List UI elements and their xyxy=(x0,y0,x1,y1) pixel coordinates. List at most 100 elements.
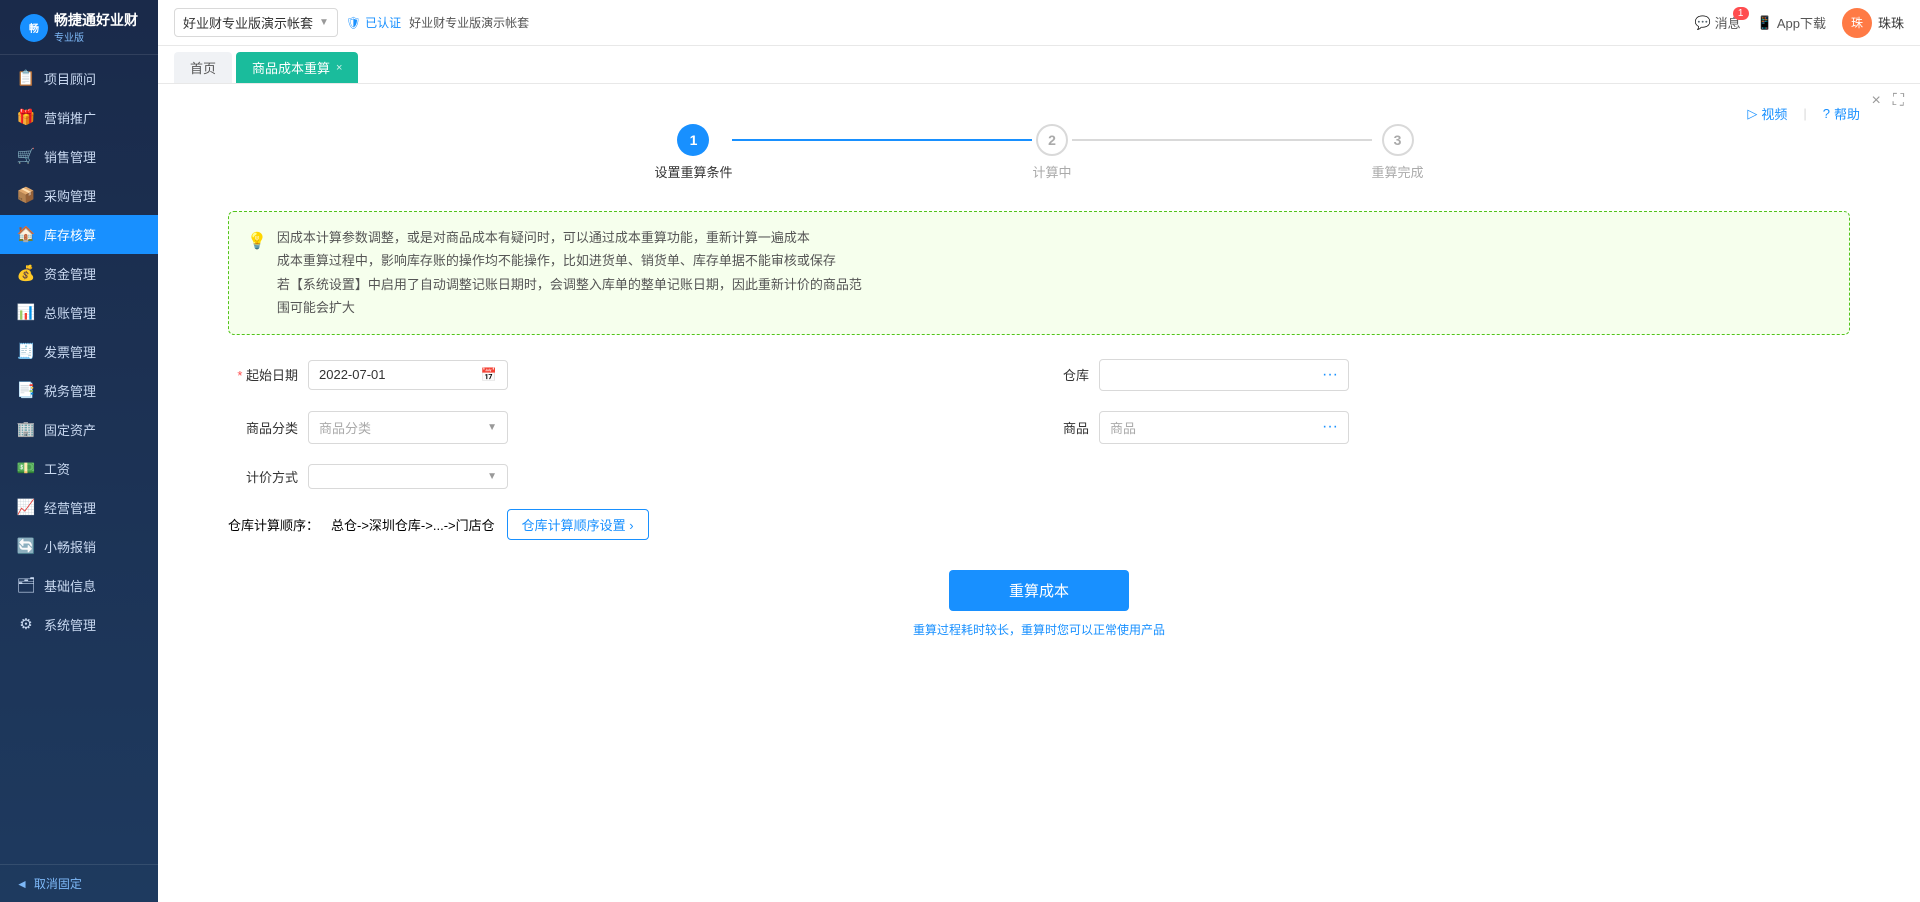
warehouse-ellipsis[interactable]: ··· xyxy=(1322,366,1338,384)
sidebar-item-payroll[interactable]: 💵工资 xyxy=(0,449,158,488)
main-area: 好业财专业版演示帐套 ▼ 🛡 已认证 好业财专业版演示帐套 💬 消息 1 📱 A… xyxy=(158,0,1920,902)
topbar: 好业财专业版演示帐套 ▼ 🛡 已认证 好业财专业版演示帐套 💬 消息 1 📱 A… xyxy=(158,0,1920,46)
calc-order-settings-button[interactable]: 仓库计算顺序设置 › xyxy=(507,509,649,540)
sidebar-item-fixed-assets[interactable]: 🏢 固定资产 xyxy=(0,410,158,449)
sidebar-item-marketing[interactable]: 🎁 营销推广 xyxy=(0,98,158,137)
category-select[interactable]: 商品分类 ▼ xyxy=(308,411,508,444)
account-select-arrow: ▼ xyxy=(319,17,329,28)
username: 珠珠 xyxy=(1878,13,1904,32)
play-icon: ▷ xyxy=(1747,106,1757,122)
pin-icon: ◄ xyxy=(16,877,28,891)
pricing-label: 计价方式 xyxy=(228,467,298,486)
notice-line-4: 围可能会扩大 xyxy=(277,296,862,319)
calendar-icon[interactable]: 📅 xyxy=(481,367,497,383)
inventory-icon: 🏠 xyxy=(16,225,36,243)
video-link[interactable]: ▷ 视频 xyxy=(1747,104,1787,123)
step-3-label: 重算完成 xyxy=(1372,162,1424,181)
sidebar-item-label-basic-info: 基础信息 xyxy=(44,576,96,595)
accounting-icon: 📊 xyxy=(16,303,36,321)
sidebar-item-finance[interactable]: 💰资金管理 xyxy=(0,254,158,293)
message-badge: 1 xyxy=(1733,7,1749,20)
topbar-right: 💬 消息 1 📱 App下载 珠 珠珠 xyxy=(1694,8,1904,38)
payroll-icon: 💵 xyxy=(16,459,36,477)
tab-cost-recalc[interactable]: 商品成本重算 × xyxy=(236,52,358,83)
help-label: 帮助 xyxy=(1834,104,1860,123)
sidebar-item-tax[interactable]: 📑税务管理 xyxy=(0,371,158,410)
goods-select[interactable]: 商品 ··· xyxy=(1099,411,1349,444)
sidebar-item-label-operations: 经营管理 xyxy=(44,498,96,517)
message-button[interactable]: 💬 消息 1 xyxy=(1694,13,1740,32)
sidebar-item-purchase[interactable]: 📦 采购管理 xyxy=(0,176,158,215)
project-icon: 📋 xyxy=(16,69,36,87)
basic-info-icon: 🗂 xyxy=(16,576,36,594)
goods-ellipsis[interactable]: ··· xyxy=(1322,418,1338,436)
expand-window-button[interactable]: ⛶ xyxy=(1893,92,1904,110)
avatar: 珠 xyxy=(1842,8,1872,38)
tab-close-icon[interactable]: × xyxy=(336,62,342,74)
step-1-number: 1 xyxy=(690,132,698,148)
sidebar-bottom-label: 取消固定 xyxy=(34,875,82,892)
purchase-icon: 📦 xyxy=(16,186,36,204)
sidebar-item-basic-info[interactable]: 🗂 基础信息 xyxy=(0,566,158,605)
submit-button[interactable]: 重算成本 xyxy=(949,570,1129,611)
sidebar-item-project[interactable]: 📋 项目顾问 xyxy=(0,59,158,98)
sidebar-item-label-invoice: 发票管理 xyxy=(44,342,96,361)
calc-order-section: 仓库计算顺序： 总仓->深圳仓库->...->门店仓 仓库计算顺序设置 › xyxy=(228,509,1850,540)
start-date-input[interactable]: 2022-07-01 📅 xyxy=(308,360,508,390)
close-window-button[interactable]: × xyxy=(1871,92,1880,110)
tabbar: 首页 商品成本重算 × xyxy=(158,46,1920,84)
sidebar-item-system[interactable]: ⚙系统管理 xyxy=(0,605,158,644)
app-logo-icon: 畅 xyxy=(20,14,48,42)
tab-home[interactable]: 首页 xyxy=(174,52,232,83)
notice-content: 因成本计算参数调整，或是对商品成本有疑问时，可以通过成本重算功能，重新计算一遍成… xyxy=(277,226,862,320)
account-select[interactable]: 好业财专业版演示帐套 ▼ xyxy=(174,8,338,37)
sidebar-item-label-fixed-assets: 固定资产 xyxy=(44,420,96,439)
notice-line-3: 若【系统设置】中启用了自动调整记账日期时，会调整入库单的整单记账日期，因此重新计… xyxy=(277,273,862,296)
sidebar-item-operations[interactable]: 📈 经营管理 xyxy=(0,488,158,527)
form-col-goods: 商品 商品 ··· xyxy=(1039,411,1850,444)
app-edition: 专业版 xyxy=(54,29,138,44)
sidebar-item-label-marketing: 营销推广 xyxy=(44,108,96,127)
sidebar-pin-toggle[interactable]: ◄ 取消固定 xyxy=(0,864,158,902)
account-name: 好业财专业版演示帐套 xyxy=(183,13,313,32)
step-line-2 xyxy=(1072,139,1372,141)
sidebar-item-expense[interactable]: 🔄 小畅报销 xyxy=(0,527,158,566)
step-1-label: 设置重算条件 xyxy=(654,162,732,181)
pricing-select[interactable]: ▼ xyxy=(308,464,508,489)
sidebar-item-label-project: 项目顾问 xyxy=(44,69,96,88)
marketing-icon: 🎁 xyxy=(16,108,36,126)
user-profile[interactable]: 珠 珠珠 xyxy=(1842,8,1904,38)
notice-line-1: 因成本计算参数调整，或是对商品成本有疑问时，可以通过成本重算功能，重新计算一遍成… xyxy=(277,226,862,249)
sidebar-item-label-purchase: 采购管理 xyxy=(44,186,96,205)
step-3-number: 3 xyxy=(1394,132,1402,148)
sidebar-item-label-sales: 销售管理 xyxy=(44,147,96,166)
submit-area: 重算成本 重算过程耗时较长，重算时您可以正常使用产品 xyxy=(188,570,1890,638)
window-controls: × ⛶ xyxy=(1871,92,1904,110)
step-3-circle: 3 xyxy=(1382,124,1414,156)
sidebar-item-inventory[interactable]: 🏠 库存核算 xyxy=(0,215,158,254)
notice-line-2: 成本重算过程中，影响库存账的操作均不能操作，比如进货单、销货单、库存单据不能审核… xyxy=(277,249,862,272)
sidebar-item-sales[interactable]: 🛒销售管理 xyxy=(0,137,158,176)
operations-icon: 📈 xyxy=(16,498,36,516)
sidebar-item-label-expense: 小畅报销 xyxy=(44,537,96,556)
invoice-icon: 🧾 xyxy=(16,342,36,360)
step-2-label: 计算中 xyxy=(1032,162,1071,181)
system-icon: ⚙ xyxy=(16,615,36,633)
content-area: × ⛶ ▷ 视频 | ? 帮助 1 设置重算条件 xyxy=(158,84,1920,902)
help-link[interactable]: ? 帮助 xyxy=(1823,104,1860,123)
app-download-button[interactable]: 📱 App下载 xyxy=(1757,13,1826,32)
sidebar-item-invoice[interactable]: 🧾 发票管理 xyxy=(0,332,158,371)
form-col-date: 起始日期 2022-07-01 📅 xyxy=(228,360,1039,390)
phone-icon: 📱 xyxy=(1757,15,1773,31)
pricing-arrow-icon: ▼ xyxy=(487,471,497,482)
expense-icon: 🔄 xyxy=(16,537,36,555)
sidebar-item-accounting[interactable]: 📊总账管理 xyxy=(0,293,158,332)
category-arrow-icon: ▼ xyxy=(487,422,497,433)
step-1: 1 设置重算条件 xyxy=(654,124,732,181)
sidebar-item-label-inventory: 库存核算 xyxy=(44,225,96,244)
fixed-assets-icon: 🏢 xyxy=(16,420,36,438)
app-name: 畅捷通好业财 xyxy=(54,12,138,29)
form-col-category: 商品分类 商品分类 ▼ xyxy=(228,411,1039,444)
warehouse-select[interactable]: ··· xyxy=(1099,359,1349,391)
notice-box: 💡 因成本计算参数调整，或是对商品成本有疑问时，可以通过成本重算功能，重新计算一… xyxy=(228,211,1850,335)
